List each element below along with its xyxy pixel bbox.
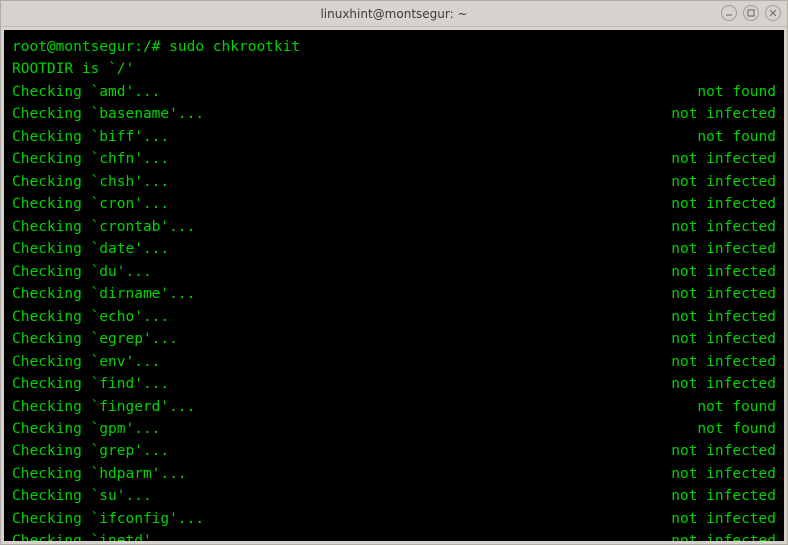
window-controls [721,5,781,21]
checks-output: Checking `amd'...not foundChecking `base… [12,81,776,541]
check-line: Checking `date'... not infected [12,238,776,260]
maximize-icon [747,9,755,17]
minimize-button[interactable] [721,5,737,21]
titlebar: linuxhint@montsegur: ~ [1,1,787,27]
check-line: Checking `fingerd'... not found [12,396,776,418]
check-line: Checking `chfn'... not infected [12,148,776,170]
check-line: Checking `amd'... not found [12,81,776,103]
check-name: Checking `crontab'... [12,216,195,238]
check-line: Checking `biff'... not found [12,126,776,148]
check-status: not infected [671,485,776,507]
check-line: Checking `du'... not infected [12,261,776,283]
close-button[interactable] [765,5,781,21]
rootdir-output: ROOTDIR is `/' [12,58,776,80]
command-text: sudo chkrootkit [169,39,300,55]
check-name: Checking `dirname'... [12,283,195,305]
check-name: Checking `egrep'... [12,328,178,350]
check-line: Checking `gpm'... not found [12,418,776,440]
check-status: not infected [671,103,776,125]
check-name: Checking `hdparm'... [12,463,187,485]
check-status: not infected [671,148,776,170]
check-line: Checking `inetd'... not infected [12,530,776,541]
terminal-window: linuxhint@montsegur: ~ root@montsegur:/#… [0,0,788,545]
check-name: Checking `env'... [12,351,160,373]
check-name: Checking `chfn'... [12,148,169,170]
check-status: not infected [671,171,776,193]
terminal-body[interactable]: root@montsegur:/# sudo chkrootkit ROOTDI… [4,30,784,541]
check-line: Checking `env'... not infected [12,351,776,373]
prompt-user-host: root@montsegur:/# [12,39,160,55]
minimize-icon [725,9,733,17]
check-status: not infected [671,328,776,350]
check-status: not infected [671,306,776,328]
check-status: not infected [671,261,776,283]
check-name: Checking `gpm'... [12,418,160,440]
check-name: Checking `ifconfig'... [12,508,204,530]
check-name: Checking `inetd'... [12,530,178,541]
check-status: not infected [671,440,776,462]
check-status: not infected [671,238,776,260]
check-line: Checking `basename'... not infected [12,103,776,125]
check-line: Checking `ifconfig'... not infected [12,508,776,530]
check-line: Checking `crontab'... not infected [12,216,776,238]
check-status: not found [697,126,776,148]
maximize-button[interactable] [743,5,759,21]
check-status: not infected [671,463,776,485]
check-line: Checking `chsh'... not infected [12,171,776,193]
check-name: Checking `basename'... [12,103,204,125]
check-name: Checking `biff'... [12,126,169,148]
check-line: Checking `hdparm'... not infected [12,463,776,485]
check-status: not infected [671,216,776,238]
check-line: Checking `su'... not infected [12,485,776,507]
check-name: Checking `date'... [12,238,169,260]
check-name: Checking `chsh'... [12,171,169,193]
check-name: Checking `amd'... [12,81,160,103]
close-icon [769,9,777,17]
check-line: Checking `egrep'... not infected [12,328,776,350]
prompt-line: root@montsegur:/# sudo chkrootkit [12,36,776,58]
check-name: Checking `find'... [12,373,169,395]
check-status: not infected [671,283,776,305]
check-line: Checking `cron'... not infected [12,193,776,215]
check-status: not infected [671,530,776,541]
check-line: Checking `find'... not infected [12,373,776,395]
check-status: not found [697,81,776,103]
check-name: Checking `fingerd'... [12,396,195,418]
check-status: not infected [671,373,776,395]
check-status: not infected [671,351,776,373]
check-name: Checking `echo'... [12,306,169,328]
check-name: Checking `su'... [12,485,152,507]
check-name: Checking `cron'... [12,193,169,215]
check-name: Checking `grep'... [12,440,169,462]
check-line: Checking `dirname'... not infected [12,283,776,305]
check-status: not found [697,396,776,418]
check-line: Checking `grep'... not infected [12,440,776,462]
check-line: Checking `echo'... not infected [12,306,776,328]
check-status: not infected [671,193,776,215]
check-status: not infected [671,508,776,530]
check-status: not found [697,418,776,440]
window-title: linuxhint@montsegur: ~ [320,7,467,21]
check-name: Checking `du'... [12,261,152,283]
